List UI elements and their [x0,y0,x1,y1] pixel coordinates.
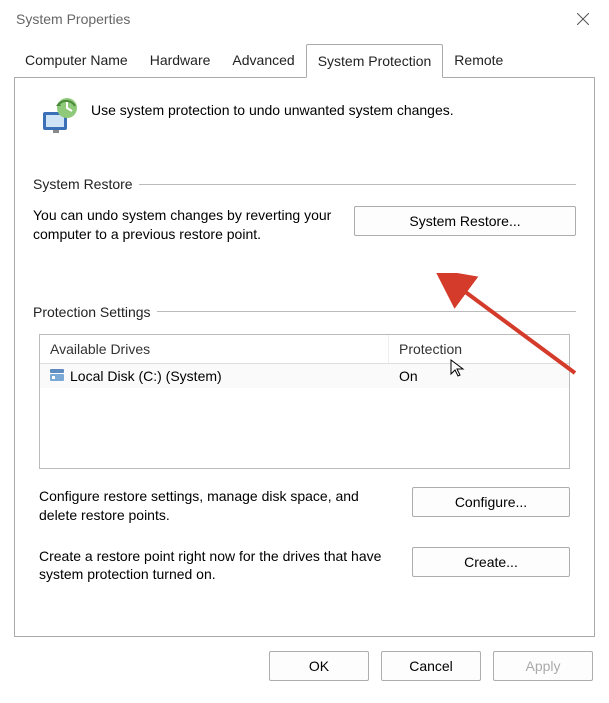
section-system-restore-title: System Restore [33,176,133,192]
tab-panel-system-protection: Use system protection to undo unwanted s… [14,77,595,637]
cancel-button[interactable]: Cancel [381,651,481,681]
tab-system-protection[interactable]: System Protection [306,44,444,78]
close-button[interactable] [561,4,605,34]
tab-advanced[interactable]: Advanced [221,44,305,78]
divider [139,184,576,185]
intro-text: Use system protection to undo unwanted s… [91,96,454,118]
system-protection-icon [39,96,79,136]
configure-button[interactable]: Configure... [412,487,570,517]
ok-button[interactable]: OK [269,651,369,681]
configure-description: Configure restore settings, manage disk … [39,487,392,525]
create-button[interactable]: Create... [412,547,570,577]
drive-icon [50,369,66,383]
apply-button[interactable]: Apply [493,651,593,681]
drives-table: Available Drives Protection Local Disk (… [39,334,570,469]
drive-protection-status: On [389,366,569,386]
drive-row[interactable]: Local Disk (C:) (System) On [40,364,569,388]
section-protection-settings-title: Protection Settings [33,304,151,320]
create-description: Create a restore point right now for the… [39,547,392,585]
drives-column-header: Available Drives [40,335,389,363]
tab-computer-name[interactable]: Computer Name [14,44,139,78]
window-title: System Properties [16,11,130,27]
drive-name: Local Disk (C:) (System) [70,368,222,384]
system-restore-description: You can undo system changes by reverting… [33,206,336,244]
tab-hardware[interactable]: Hardware [139,44,222,78]
divider [157,311,576,312]
system-restore-button[interactable]: System Restore... [354,206,576,236]
close-icon [577,13,589,25]
tab-strip: Computer Name Hardware Advanced System P… [0,44,609,78]
protection-column-header: Protection [389,335,569,363]
tab-remote[interactable]: Remote [443,44,514,78]
